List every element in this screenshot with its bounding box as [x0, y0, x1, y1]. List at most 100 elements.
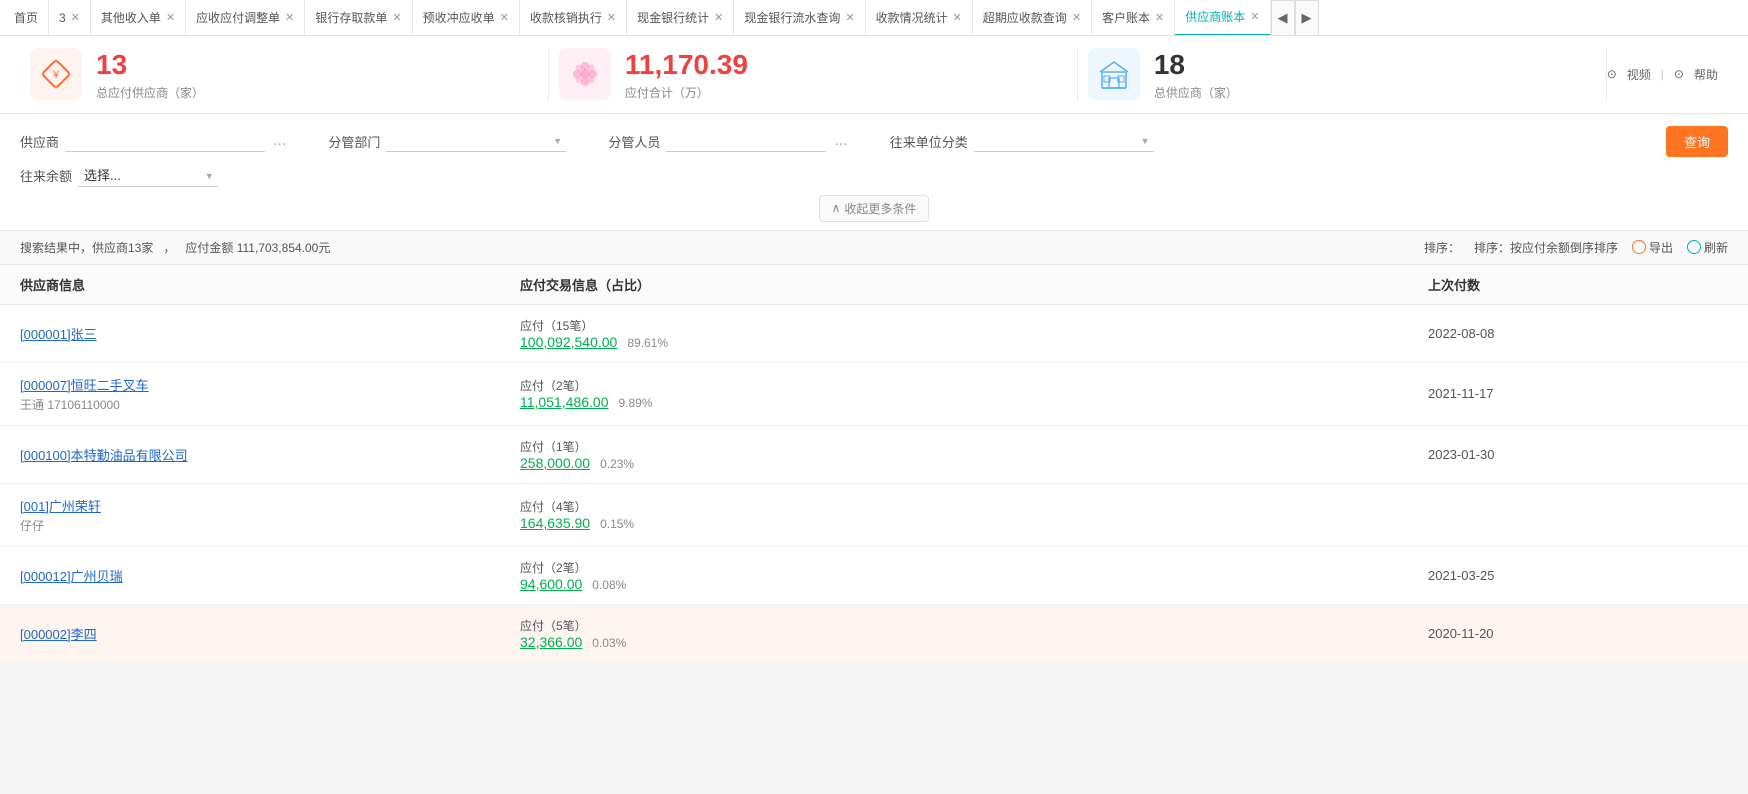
collapse-button[interactable]: ∧ 收起更多条件 [819, 195, 930, 222]
results-sep: ， [163, 239, 175, 256]
filter-row-2: 往来余额 选择... [20, 165, 1728, 187]
help-link[interactable]: 帮助 [1694, 66, 1718, 83]
close-tab-overdue-ar[interactable]: ✕ [1072, 11, 1081, 24]
last-pay-000001: 2022-08-08 [1428, 326, 1728, 341]
filter-area: 供应商 ... 分管部门 分管人员 ... 往来单位分类 [0, 114, 1748, 231]
supplier-link-000001[interactable]: [000001]张三 [20, 327, 97, 342]
data-table: 供应商信息 应付交易信息（占比） 上次付数 [000001]张三 应付（15笔）… [0, 265, 1748, 662]
supplier-name-000100: [000100]本特勤油品有限公司 [20, 445, 520, 464]
tx-amount-000002[interactable]: 32,366.00 [520, 634, 582, 650]
close-tab-other-income[interactable]: ✕ [166, 11, 175, 24]
nav-tab-payment-verify[interactable]: 收款核销执行 ✕ [520, 0, 627, 36]
tx-label-000012: 应付（2笔） [520, 561, 587, 575]
filter-dept: 分管部门 [328, 130, 566, 152]
supplier-link-000002[interactable]: [000002]李四 [20, 627, 97, 642]
person-input[interactable] [666, 130, 826, 152]
nav-tab-other-income[interactable]: 其他收入单 ✕ [91, 0, 186, 36]
total-suppliers-icon [1088, 48, 1140, 100]
table-row: [001]广州荣轩 仔仔 应付（4笔） 164,635.90 0.15% [0, 484, 1748, 547]
close-tab-cash-bank-flow[interactable]: ✕ [845, 11, 854, 24]
close-tab-bank-deposit[interactable]: ✕ [392, 11, 401, 24]
person-dots-btn[interactable]: ... [834, 132, 847, 150]
query-button[interactable]: 查询 [1666, 126, 1728, 157]
total-suppliers-label: 总供应商（家） [1154, 84, 1238, 101]
filter-supplier: 供应商 ... [20, 130, 286, 152]
summary-card-ap-amount: 11,170.39 应付合计（万） [549, 48, 1078, 101]
close-tab-ar-ap-adjust[interactable]: ✕ [285, 11, 294, 24]
tx-pct-000012: 0.08% [592, 578, 626, 592]
balance-label: 往来余额 [20, 166, 72, 185]
collapse-arrow-icon: ∧ [832, 201, 841, 215]
supplier-link-000100[interactable]: [000100]本特勤油品有限公司 [20, 448, 188, 463]
tx-col-000001: 应付（15笔） 100,092,540.00 89.61% [520, 317, 1428, 350]
video-link[interactable]: 视频 [1627, 66, 1651, 83]
nav-arrow-right[interactable]: ▶ [1295, 0, 1319, 36]
nav-tab-ar-ap-adjust[interactable]: 应收应付调整单 ✕ [186, 0, 305, 36]
nav-tab-prepay-ar[interactable]: 预收冲应收单 ✕ [413, 0, 520, 36]
nav-tab-3[interactable]: 3 ✕ [49, 0, 91, 36]
sort-value[interactable]: 排序：按应付余额倒序排序 [1474, 239, 1618, 256]
balance-select-wrap: 选择... [78, 165, 218, 187]
nav-tab-cash-bank-stat[interactable]: 现金银行统计 ✕ [627, 0, 734, 36]
supplier-sub-001: 仔仔 [20, 517, 520, 534]
ap-amount-info: 11,170.39 应付合计（万） [625, 48, 748, 101]
supplier-dots-btn[interactable]: ... [273, 132, 286, 150]
refresh-icon [1687, 240, 1701, 254]
filter-person: 分管人员 ... [608, 130, 847, 152]
tx-pct-000001: 89.61% [627, 336, 668, 350]
refresh-btn[interactable]: 刷新 [1687, 239, 1728, 256]
sort-label: 排序： [1424, 239, 1460, 256]
last-pay-000100: 2023-01-30 [1428, 447, 1728, 462]
supplier-link-000007[interactable]: [000007]恒旺二手叉车 [20, 378, 149, 393]
refresh-label: 刷新 [1704, 239, 1728, 256]
close-tab-supplier-book[interactable]: ✕ [1250, 10, 1259, 23]
filter-category: 往来单位分类 [890, 130, 1154, 152]
supplier-name-000012: [000012]广州贝瑞 [20, 566, 520, 585]
table-header: 供应商信息 应付交易信息（占比） 上次付数 [0, 265, 1748, 305]
nav-tab-cash-bank-flow[interactable]: 现金银行流水查询 ✕ [734, 0, 865, 36]
supplier-link-000012[interactable]: [000012]广州贝瑞 [20, 569, 123, 584]
tx-pct-001: 0.15% [600, 517, 634, 531]
summary-bar: ¥ 13 总应付供应商（家） 11,170.39 应付合计（万） [0, 36, 1748, 114]
close-tab-cash-bank-stat[interactable]: ✕ [714, 11, 723, 24]
ap-suppliers-value: 13 [96, 48, 204, 82]
close-tab-3[interactable]: ✕ [71, 11, 80, 24]
nav-tab-home[interactable]: 首页 [4, 0, 49, 36]
tx-amount-000007[interactable]: 11,051,486.00 [520, 394, 609, 410]
dept-select-wrap [386, 130, 566, 152]
nav-tab-bank-deposit[interactable]: 银行存取款单 ✕ [305, 0, 412, 36]
tx-pct-000002: 0.03% [592, 636, 626, 650]
nav-tab-payment-stat[interactable]: 收款情况统计 ✕ [866, 0, 973, 36]
ap-amount-icon [559, 48, 611, 100]
tx-col-000100: 应付（1笔） 258,000.00 0.23% [520, 438, 1428, 471]
right-actions: 排序： 排序：按应付余额倒序排序 导出 刷新 [1424, 239, 1728, 256]
tx-amount-001[interactable]: 164,635.90 [520, 515, 590, 531]
supplier-name-000001: [000001]张三 [20, 324, 520, 343]
tx-amount-000001[interactable]: 100,092,540.00 [520, 334, 617, 350]
tx-amount-000100[interactable]: 258,000.00 [520, 455, 590, 471]
category-label: 往来单位分类 [890, 132, 968, 151]
close-tab-payment-stat[interactable]: ✕ [953, 11, 962, 24]
table-row: [000012]广州贝瑞 应付（2笔） 94,600.00 0.08% 2021… [0, 547, 1748, 605]
filter-row-1: 供应商 ... 分管部门 分管人员 ... 往来单位分类 [20, 126, 1728, 157]
nav-tab-overdue-ar[interactable]: 超期应收款查询 ✕ [973, 0, 1092, 36]
supplier-link-001[interactable]: [001]广州荣轩 [20, 499, 101, 514]
close-tab-prepay-ar[interactable]: ✕ [500, 11, 509, 24]
tx-label-000002: 应付（5笔） [520, 619, 587, 633]
category-select-wrap [974, 130, 1154, 152]
close-tab-customer-book[interactable]: ✕ [1155, 11, 1164, 24]
close-tab-payment-verify[interactable]: ✕ [607, 11, 616, 24]
nav-tab-supplier-book[interactable]: 供应商账本 ✕ [1175, 0, 1270, 36]
last-pay-000007: 2021-11-17 [1428, 386, 1728, 401]
supplier-input[interactable] [65, 130, 265, 152]
nav-tab-customer-book[interactable]: 客户账本 ✕ [1092, 0, 1175, 36]
col-supplier-info: 供应商信息 [20, 275, 520, 294]
dept-select[interactable] [386, 130, 566, 152]
category-select[interactable] [974, 130, 1154, 152]
export-btn[interactable]: 导出 [1632, 239, 1673, 256]
tx-pct-000100: 0.23% [600, 457, 634, 471]
nav-arrow-left[interactable]: ◀ [1271, 0, 1295, 36]
person-label: 分管人员 [608, 132, 660, 151]
tx-amount-000012[interactable]: 94,600.00 [520, 576, 582, 592]
balance-select[interactable]: 选择... [78, 165, 218, 187]
